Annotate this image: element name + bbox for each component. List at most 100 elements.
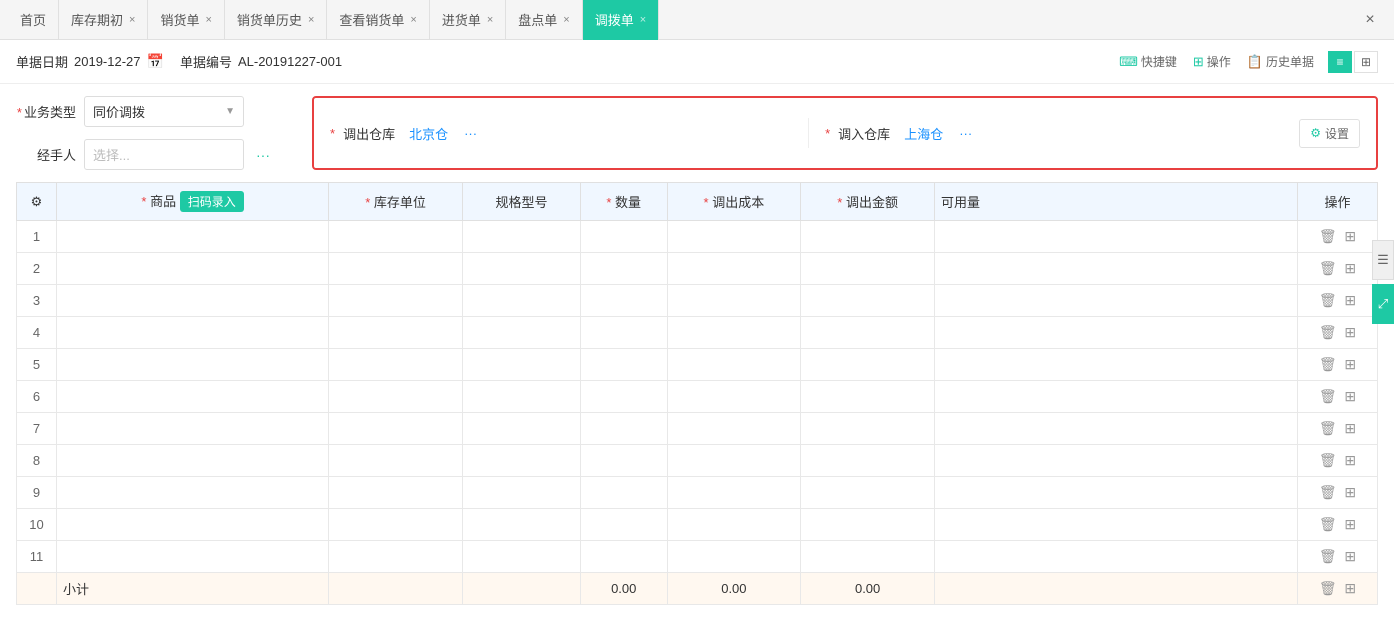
row-amount-4[interactable] [801, 317, 935, 349]
row-qty-9[interactable] [580, 477, 667, 509]
copy-icon-5[interactable]: ⊞ [1344, 356, 1356, 372]
row-qty-3[interactable] [580, 285, 667, 317]
row-cost-6[interactable] [667, 381, 801, 413]
close-window-button[interactable]: × [1354, 0, 1386, 40]
delete-icon-1[interactable]: 🗑 [1319, 228, 1337, 244]
row-amount-6[interactable] [801, 381, 935, 413]
close-tab-transfer[interactable]: × [640, 14, 646, 26]
row-spec-2[interactable] [462, 253, 580, 285]
copy-icon-7[interactable]: ⊞ [1344, 420, 1356, 436]
row-amount-5[interactable] [801, 349, 935, 381]
row-spec-8[interactable] [462, 445, 580, 477]
row-available-5[interactable] [935, 349, 1298, 381]
view-toggle-grid[interactable]: ⊞ [1354, 51, 1378, 73]
row-qty-4[interactable] [580, 317, 667, 349]
close-tab-sales-order[interactable]: × [205, 14, 211, 26]
handler-more-btn[interactable]: ··· [256, 147, 270, 163]
row-cost-9[interactable] [667, 477, 801, 509]
scan-barcode-btn[interactable]: 扫码录入 [180, 191, 244, 212]
row-spec-1[interactable] [462, 221, 580, 253]
row-amount-1[interactable] [801, 221, 935, 253]
warehouse-out-value[interactable]: 北京仓 [409, 124, 448, 143]
close-tab-inventory-init[interactable]: × [129, 14, 135, 26]
row-product-8[interactable] [57, 445, 329, 477]
row-qty-7[interactable] [580, 413, 667, 445]
row-qty-8[interactable] [580, 445, 667, 477]
row-available-3[interactable] [935, 285, 1298, 317]
row-available-6[interactable] [935, 381, 1298, 413]
view-toggle-list[interactable]: ≡ [1328, 51, 1352, 73]
row-available-8[interactable] [935, 445, 1298, 477]
row-amount-2[interactable] [801, 253, 935, 285]
delete-icon-7[interactable]: 🗑 [1319, 420, 1337, 436]
close-tab-inventory-count[interactable]: × [563, 14, 569, 26]
row-spec-4[interactable] [462, 317, 580, 349]
copy-icon-8[interactable]: ⊞ [1344, 452, 1356, 468]
close-tab-purchase-order[interactable]: × [487, 14, 493, 26]
delete-icon-3[interactable]: 🗑 [1319, 292, 1337, 308]
row-spec-11[interactable] [462, 541, 580, 573]
operation-btn[interactable]: ⊞ 操作 [1187, 50, 1237, 73]
close-tab-view-sales[interactable]: × [410, 14, 416, 26]
tab-home[interactable]: 首页 [8, 0, 59, 40]
row-available-1[interactable] [935, 221, 1298, 253]
row-cost-5[interactable] [667, 349, 801, 381]
tab-sales-order[interactable]: 销货单 × [148, 0, 224, 40]
date-value[interactable]: 2019-12-27 [74, 54, 141, 69]
th-gear[interactable]: ⚙ [17, 183, 57, 221]
copy-icon-6[interactable]: ⊞ [1344, 388, 1356, 404]
warehouse-out-more-btn[interactable]: ··· [464, 126, 477, 141]
row-unit-9[interactable] [329, 477, 463, 509]
row-cost-1[interactable] [667, 221, 801, 253]
row-qty-2[interactable] [580, 253, 667, 285]
row-product-1[interactable] [57, 221, 329, 253]
row-product-4[interactable] [57, 317, 329, 349]
row-available-10[interactable] [935, 509, 1298, 541]
copy-icon-4[interactable]: ⊞ [1344, 324, 1356, 340]
delete-icon-4[interactable]: 🗑 [1319, 324, 1337, 340]
row-unit-11[interactable] [329, 541, 463, 573]
calendar-icon[interactable]: 📅 [147, 53, 164, 70]
right-panel-expand-btn[interactable]: ⤢ [1372, 284, 1394, 324]
delete-icon-5[interactable]: 🗑 [1319, 356, 1337, 372]
delete-icon-8[interactable]: 🗑 [1319, 452, 1337, 468]
delete-icon-6[interactable]: 🗑 [1319, 388, 1337, 404]
row-amount-10[interactable] [801, 509, 935, 541]
row-amount-7[interactable] [801, 413, 935, 445]
row-unit-6[interactable] [329, 381, 463, 413]
row-spec-5[interactable] [462, 349, 580, 381]
row-product-11[interactable] [57, 541, 329, 573]
row-available-7[interactable] [935, 413, 1298, 445]
row-qty-5[interactable] [580, 349, 667, 381]
row-spec-6[interactable] [462, 381, 580, 413]
row-spec-3[interactable] [462, 285, 580, 317]
row-unit-8[interactable] [329, 445, 463, 477]
row-product-2[interactable] [57, 253, 329, 285]
row-cost-7[interactable] [667, 413, 801, 445]
warehouse-in-value[interactable]: 上海仓 [904, 124, 943, 143]
row-cost-11[interactable] [667, 541, 801, 573]
row-available-9[interactable] [935, 477, 1298, 509]
tab-purchase-order[interactable]: 进货单 × [430, 0, 506, 40]
row-available-11[interactable] [935, 541, 1298, 573]
copy-icon-9[interactable]: ⊞ [1344, 484, 1356, 500]
row-product-6[interactable] [57, 381, 329, 413]
row-cost-10[interactable] [667, 509, 801, 541]
delete-icon-2[interactable]: 🗑 [1319, 260, 1337, 276]
row-product-7[interactable] [57, 413, 329, 445]
row-unit-1[interactable] [329, 221, 463, 253]
shortcut-btn[interactable]: ⌨ 快捷键 [1113, 50, 1183, 73]
row-amount-3[interactable] [801, 285, 935, 317]
row-available-4[interactable] [935, 317, 1298, 349]
row-qty-10[interactable] [580, 509, 667, 541]
row-cost-8[interactable] [667, 445, 801, 477]
settings-gear-btn[interactable]: ⚙ 设置 [1299, 119, 1360, 148]
tab-transfer[interactable]: 调拨单 × [583, 0, 659, 40]
tab-inventory-count[interactable]: 盘点单 × [506, 0, 582, 40]
row-unit-3[interactable] [329, 285, 463, 317]
row-unit-2[interactable] [329, 253, 463, 285]
row-unit-10[interactable] [329, 509, 463, 541]
row-cost-3[interactable] [667, 285, 801, 317]
delete-icon-11[interactable]: 🗑 [1319, 548, 1337, 564]
row-spec-7[interactable] [462, 413, 580, 445]
